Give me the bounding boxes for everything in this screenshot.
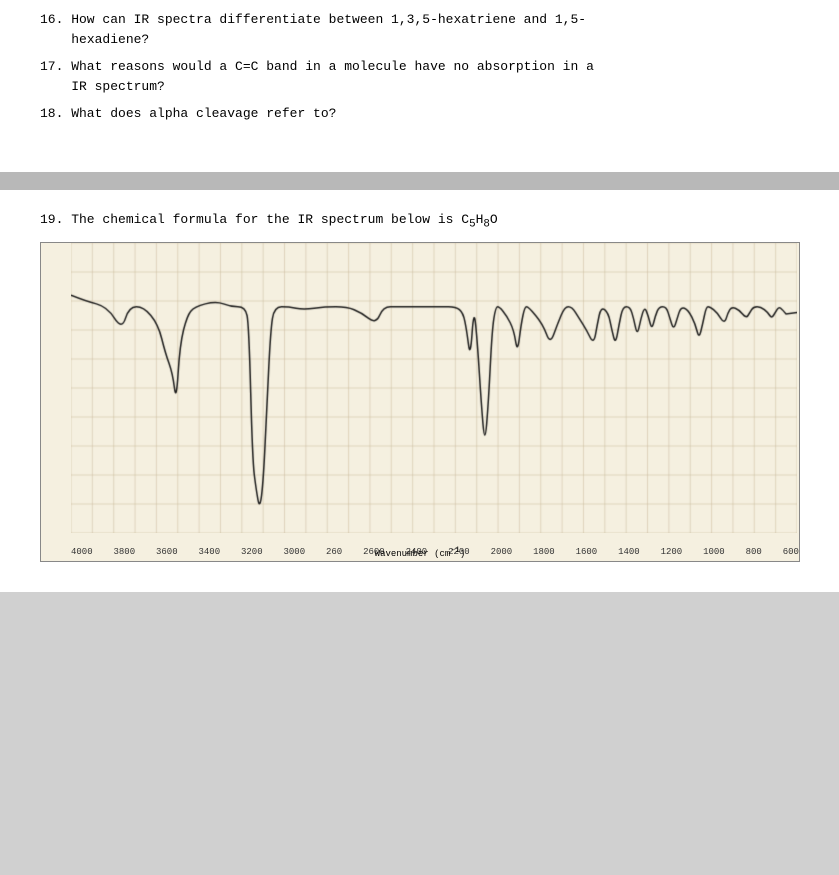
x-label-3600: 3600: [156, 547, 178, 557]
question-18: 18. What does alpha cleavage refer to?: [40, 104, 799, 124]
x-label-1200: 1200: [661, 547, 683, 557]
x-label-4000: 4000: [71, 547, 93, 557]
ir-spectrum-chart: % Transmittance 4000 3800 3600 3400 3200…: [40, 242, 800, 562]
x-label-2000: 2000: [491, 547, 513, 557]
x-label-3400: 3400: [199, 547, 221, 557]
x-axis-title: Wavenumber (cm-1): [375, 546, 466, 559]
bottom-section: 19. The chemical formula for the IR spec…: [0, 190, 839, 593]
q18-text: 18. What does alpha cleavage refer to?: [40, 106, 336, 121]
x-label-1000: 1000: [703, 547, 725, 557]
x-label-260: 260: [326, 547, 342, 557]
q19-label: 19. The chemical formula for the IR spec…: [40, 212, 498, 227]
x-label-1800: 1800: [533, 547, 555, 557]
section-divider: [0, 172, 839, 190]
x-label-1600: 1600: [576, 547, 598, 557]
question-17: 17. What reasons would a C=C band in a m…: [40, 57, 799, 96]
ir-spectrum-canvas: [71, 243, 797, 533]
top-section: 16. How can IR spectra differentiate bet…: [0, 0, 839, 172]
x-label-600: 600: [783, 547, 799, 557]
x-label-3800: 3800: [114, 547, 136, 557]
x-label-800: 800: [746, 547, 762, 557]
q17-text: 17. What reasons would a C=C band in a m…: [40, 59, 594, 94]
x-label-3200: 3200: [241, 547, 263, 557]
x-label-3000: 3000: [284, 547, 306, 557]
question-19: 19. The chemical formula for the IR spec…: [40, 210, 799, 233]
q16-text: 16. How can IR spectra differentiate bet…: [40, 12, 586, 47]
question-16: 16. How can IR spectra differentiate bet…: [40, 10, 799, 49]
x-label-1400: 1400: [618, 547, 640, 557]
